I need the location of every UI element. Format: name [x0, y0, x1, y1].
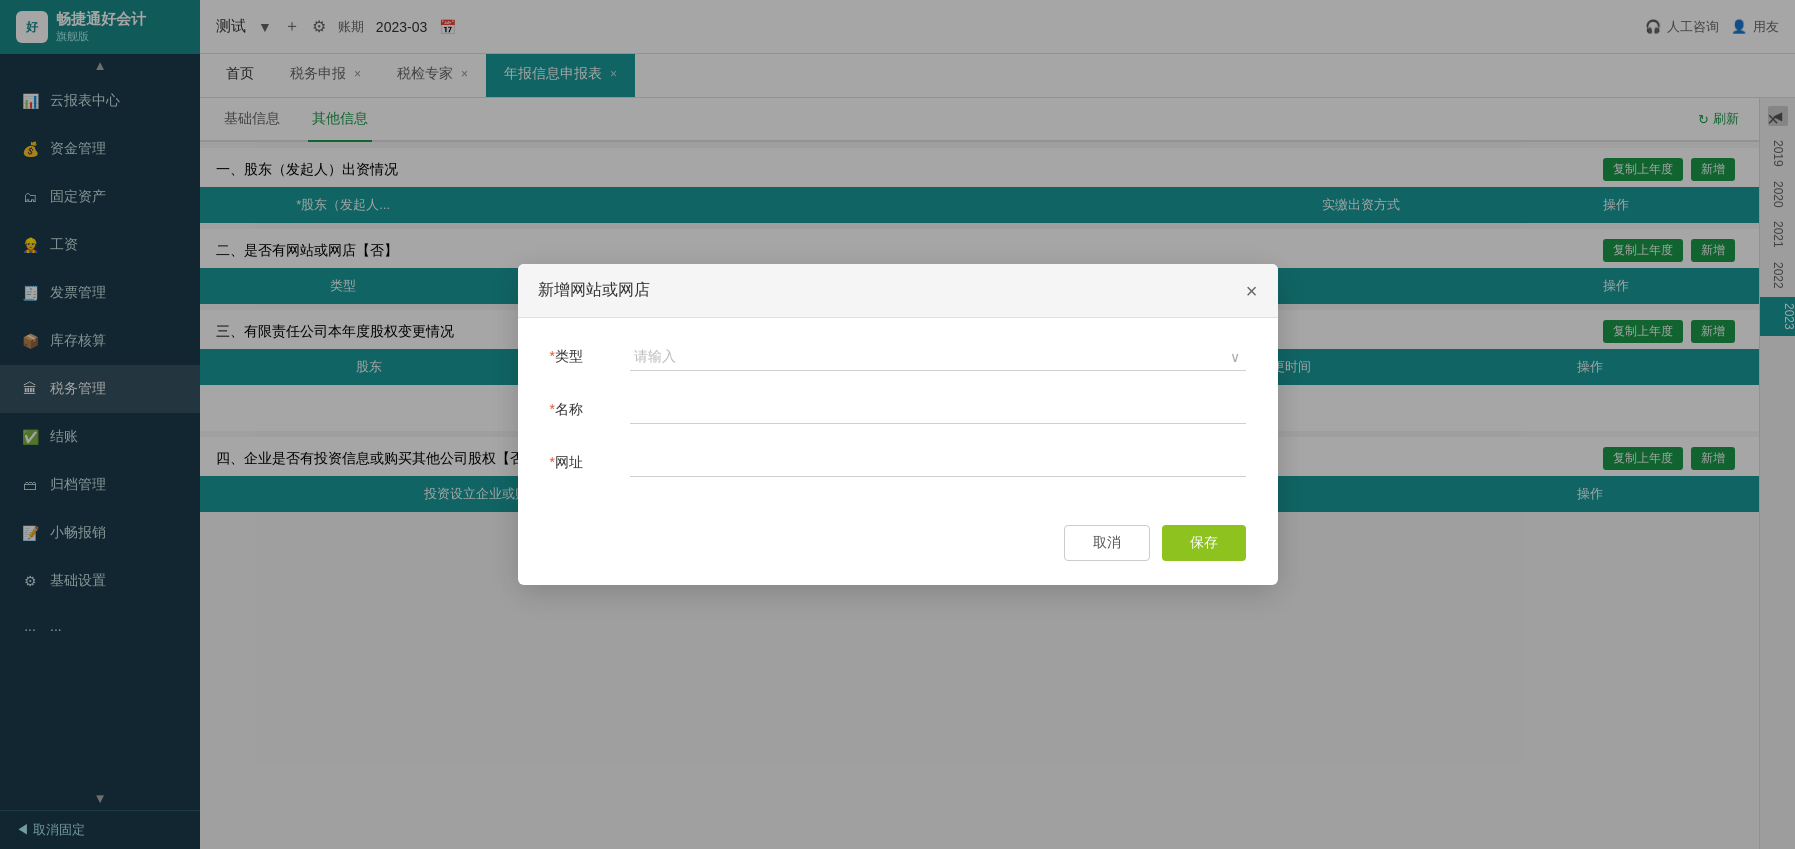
type-label: *类型	[550, 348, 630, 366]
modal-footer: 取消 保存	[518, 509, 1278, 585]
name-input-wrap	[630, 395, 1246, 424]
url-label: *网址	[550, 454, 630, 472]
name-label: *名称	[550, 401, 630, 419]
type-input[interactable]	[630, 342, 1246, 371]
type-required-star: *	[550, 348, 555, 364]
url-input-wrap	[630, 448, 1246, 477]
cancel-button[interactable]: 取消	[1064, 525, 1150, 561]
type-input-wrap: ∨	[630, 342, 1246, 371]
url-required-star: *	[550, 454, 555, 470]
modal-body: *类型 ∨ *名称 *网址	[518, 318, 1278, 509]
save-button[interactable]: 保存	[1162, 525, 1246, 561]
modal-title: 新增网站或网店	[538, 280, 650, 301]
form-field-url: *网址	[550, 448, 1246, 477]
modal-header: 新增网站或网店 ×	[518, 264, 1278, 318]
url-input[interactable]	[630, 448, 1246, 477]
name-required-star: *	[550, 401, 555, 417]
form-field-name: *名称	[550, 395, 1246, 424]
modal-overlay: 新增网站或网店 × *类型 ∨ *名称	[0, 0, 1795, 849]
modal-close-button[interactable]: ×	[1246, 281, 1258, 301]
add-website-modal: 新增网站或网店 × *类型 ∨ *名称	[518, 264, 1278, 585]
form-field-type: *类型 ∨	[550, 342, 1246, 371]
name-input[interactable]	[630, 395, 1246, 424]
